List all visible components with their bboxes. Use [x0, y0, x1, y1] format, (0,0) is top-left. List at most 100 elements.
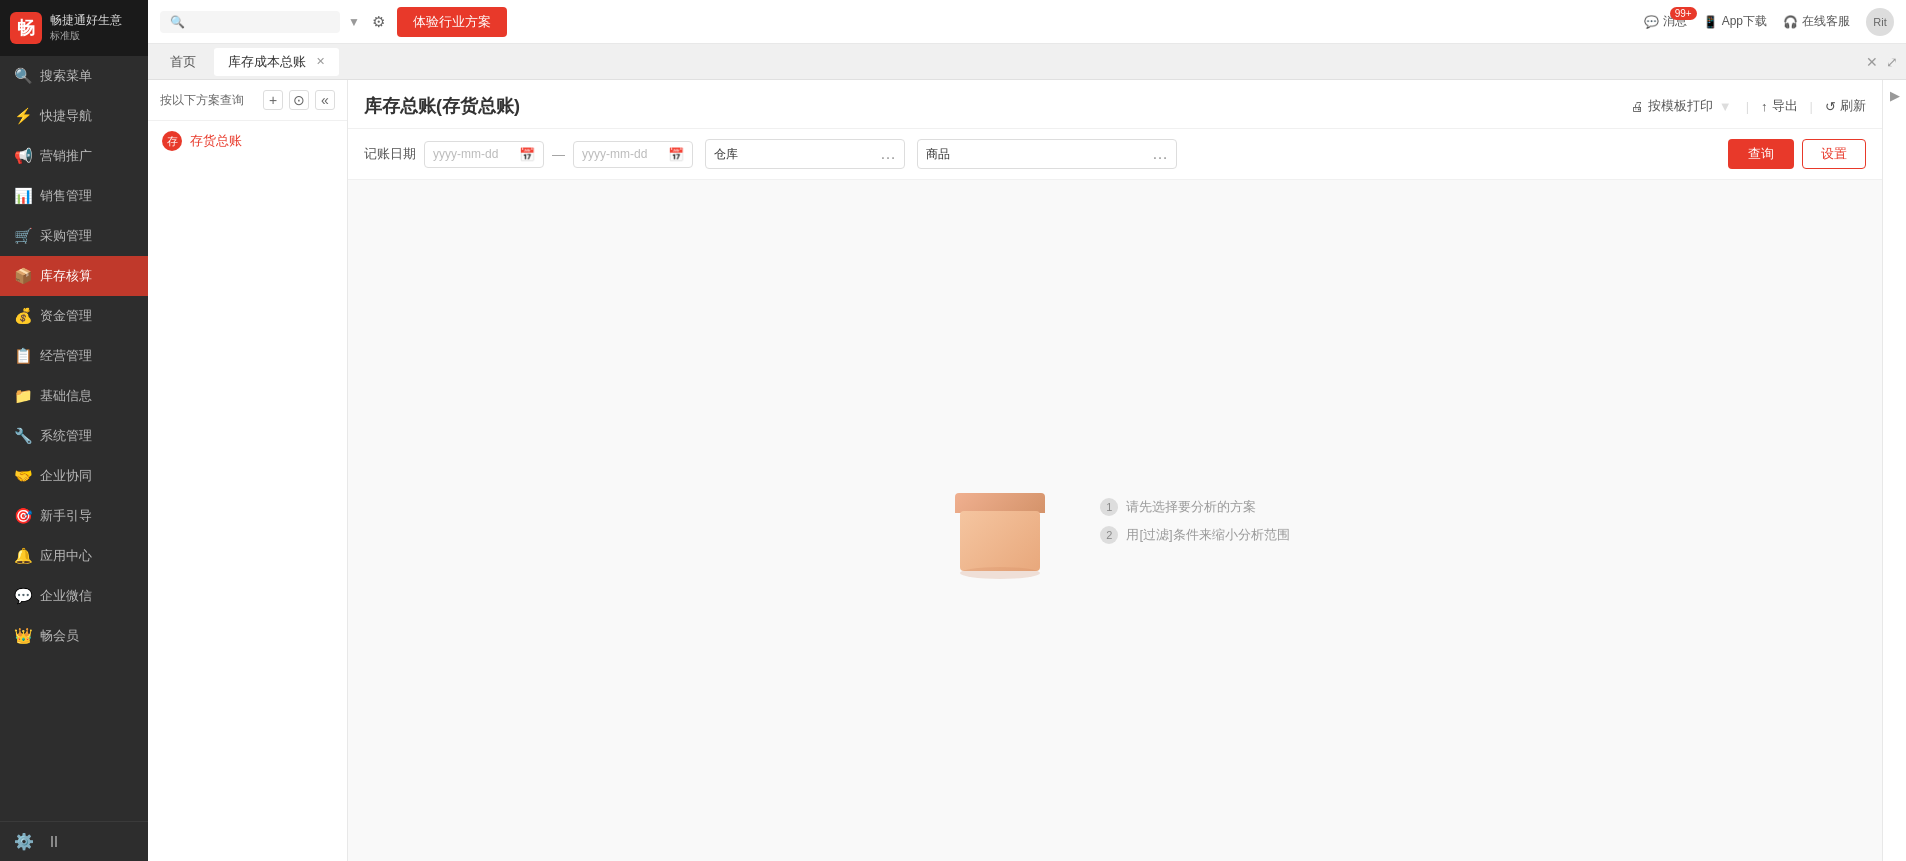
basic-icon: 📁 [14, 387, 32, 405]
sidebar-item-finance[interactable]: 💰 资金管理 [0, 296, 148, 336]
sidebar-label-wechat: 企业微信 [40, 587, 92, 605]
warehouse-more-icon[interactable]: … [880, 145, 896, 163]
filter-add-btn[interactable]: + [263, 90, 283, 110]
filter-item-inventory[interactable]: 存 存货总账 [148, 121, 347, 161]
filter-settings-btn[interactable]: ⊙ [289, 90, 309, 110]
member-icon: 👑 [14, 627, 32, 645]
calendar-start-icon[interactable]: 📅 [519, 147, 535, 162]
settings-button[interactable]: 设置 [1802, 139, 1866, 169]
sidebar-label-member: 畅会员 [40, 627, 79, 645]
sidebar-label-basic: 基础信息 [40, 387, 92, 405]
sidebar-item-purchase[interactable]: 🛒 采购管理 [0, 216, 148, 256]
sidebar-item-marketing[interactable]: 📢 营销推广 [0, 136, 148, 176]
message-item[interactable]: 💬 消息 99+ [1644, 13, 1687, 30]
tabs-bar: 首页 库存成本总账 ✕ ✕ ⤢ [148, 44, 1906, 80]
topbar-right: 💬 消息 99+ 📱 App下载 🎧 在线客服 Rit [1644, 8, 1894, 36]
home-tab-label: 首页 [170, 53, 196, 71]
filter-header-label: 按以下方案查询 [160, 92, 244, 109]
sidebar-item-system[interactable]: 🔧 系统管理 [0, 416, 148, 456]
sidebar-item-inventory[interactable]: 📦 库存核算 [0, 256, 148, 296]
purchase-icon: 🛒 [14, 227, 32, 245]
empty-hint-2: 2 用[过滤]条件来缩小分析范围 [1100, 526, 1289, 544]
sidebar-item-member[interactable]: 👑 畅会员 [0, 616, 148, 656]
product-label: 商品 [926, 146, 950, 163]
tab-resize-icon[interactable]: ⤢ [1886, 54, 1898, 70]
empty-illustration [940, 461, 1060, 581]
refresh-action[interactable]: ↺ 刷新 [1825, 97, 1866, 115]
print-action[interactable]: 🖨 按模板打印 ▼ [1631, 97, 1734, 115]
shortcut-icon: ⚡ [14, 107, 32, 125]
online-service-label: 在线客服 [1802, 13, 1850, 30]
wechat-icon: 💬 [14, 587, 32, 605]
date-start-placeholder: yyyy-mm-dd [433, 147, 498, 161]
tab-close-icon[interactable]: ✕ [316, 55, 325, 68]
message-icon: 💬 [1644, 15, 1659, 29]
product-more-icon[interactable]: … [1152, 145, 1168, 163]
warehouse-select[interactable]: 仓库 … [705, 139, 905, 169]
date-end-input[interactable]: yyyy-mm-dd 📅 [573, 141, 693, 168]
sidebar-item-sales[interactable]: 📊 销售管理 [0, 176, 148, 216]
sidebar-item-enterprise[interactable]: 🤝 企业协同 [0, 456, 148, 496]
topbar-search[interactable]: 🔍 [160, 11, 340, 33]
main-panel: 库存总账(存货总账) 🖨 按模板打印 ▼ | ↑ 导出 | ↺ [348, 80, 1882, 861]
app-name-block: 畅捷通好生意 标准版 [50, 13, 122, 43]
sidebar: 畅 畅捷通好生意 标准版 🔍 搜索菜单 ⚡ 快捷导航 📢 营销推广 📊 销售管理… [0, 0, 148, 861]
online-service-item[interactable]: 🎧 在线客服 [1783, 13, 1850, 30]
sidebar-item-newbie[interactable]: 🎯 新手引导 [0, 496, 148, 536]
product-select[interactable]: 商品 … [917, 139, 1177, 169]
sidebar-item-wechat[interactable]: 💬 企业微信 [0, 576, 148, 616]
sidebar-label-purchase: 采购管理 [40, 227, 92, 245]
app-download-item[interactable]: 📱 App下载 [1703, 13, 1767, 30]
headset-icon: 🎧 [1783, 15, 1798, 29]
tab-close-panel-icon[interactable]: ✕ [1866, 54, 1878, 70]
sidebar-item-appstore[interactable]: 🔔 应用中心 [0, 536, 148, 576]
date-start-input[interactable]: yyyy-mm-dd 📅 [424, 141, 544, 168]
topbar-gear-icon[interactable]: ⚙ [368, 9, 389, 35]
sidebar-label-inventory: 库存核算 [40, 267, 92, 285]
box-body [960, 511, 1040, 571]
sidebar-footer: ⚙️ ⏸ [0, 821, 148, 861]
settings-footer-icon[interactable]: ⚙️ [14, 832, 34, 851]
right-panel-icon[interactable]: ▶ [1890, 88, 1900, 103]
print-dropdown-icon[interactable]: ▼ [1719, 99, 1732, 114]
app-name: 畅捷通好生意 [50, 13, 122, 29]
user-avatar[interactable]: Rit [1866, 8, 1894, 36]
sidebar-label-marketing: 营销推广 [40, 147, 92, 165]
calendar-end-icon[interactable]: 📅 [668, 147, 684, 162]
box-shadow [960, 567, 1040, 579]
topbar-chevron-icon[interactable]: ▼ [348, 15, 360, 29]
warehouse-field: 仓库 … [705, 139, 905, 169]
filter-collapse-btn[interactable]: « [315, 90, 335, 110]
sidebar-label-finance: 资金管理 [40, 307, 92, 325]
content-area: 按以下方案查询 + ⊙ « 存 存货总账 库存总账(存货总账) 🖨 [148, 80, 1906, 861]
right-panel: ▶ [1882, 80, 1906, 861]
system-icon: 🔧 [14, 427, 32, 445]
tab-home[interactable]: 首页 [156, 48, 210, 76]
box-lid [955, 493, 1045, 513]
finance-icon: 💰 [14, 307, 32, 325]
sidebar-item-basic[interactable]: 📁 基础信息 [0, 376, 148, 416]
sidebar-item-shortcut[interactable]: ⚡ 快捷导航 [0, 96, 148, 136]
filter-item-icon: 存 [162, 131, 182, 151]
date-end-placeholder: yyyy-mm-dd [582, 147, 647, 161]
print-icon: 🖨 [1631, 99, 1644, 114]
topbar-search-icon: 🔍 [170, 15, 185, 29]
sidebar-label-shortcut: 快捷导航 [40, 107, 92, 125]
app-download-label: App下载 [1722, 13, 1767, 30]
date-separator: — [552, 147, 565, 162]
page-title: 库存总账(存货总账) [364, 94, 520, 118]
collapse-icon[interactable]: ⏸ [46, 833, 62, 851]
tab-inventory-ledger[interactable]: 库存成本总账 ✕ [214, 48, 339, 76]
refresh-icon: ↺ [1825, 99, 1836, 114]
header-separator2: | [1810, 99, 1813, 114]
sidebar-item-search[interactable]: 🔍 搜索菜单 [0, 56, 148, 96]
industry-btn[interactable]: 体验行业方案 [397, 7, 507, 37]
sidebar-item-operation[interactable]: 📋 经营管理 [0, 336, 148, 376]
filter-header: 按以下方案查询 + ⊙ « [148, 80, 347, 121]
refresh-label: 刷新 [1840, 97, 1866, 115]
appstore-icon: 🔔 [14, 547, 32, 565]
query-button[interactable]: 查询 [1728, 139, 1794, 169]
hint-label-1: 请先选择要分析的方案 [1126, 498, 1256, 516]
filter-actions: + ⊙ « [263, 90, 335, 110]
export-action[interactable]: ↑ 导出 [1761, 97, 1798, 115]
